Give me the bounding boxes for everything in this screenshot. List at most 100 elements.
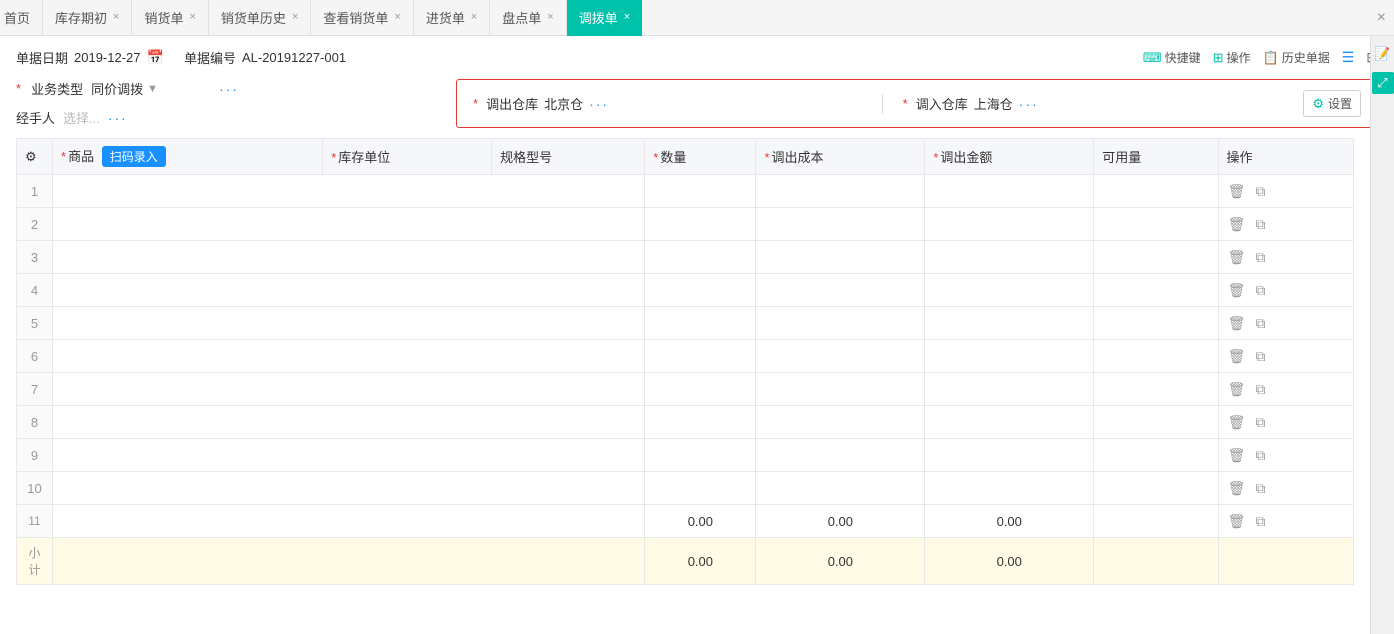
row-quantity[interactable] [645,373,756,406]
row-transfer-cost[interactable] [756,241,925,274]
delete-icon[interactable]: 🗑 [1227,214,1247,234]
row-quantity[interactable] [645,241,756,274]
row-transfer-amount[interactable] [925,340,1094,373]
tab-close-sales-order[interactable]: × [189,12,195,23]
row-transfer-cost[interactable] [756,208,925,241]
tab-close-transfer-order[interactable]: × [624,12,630,23]
delete-icon[interactable]: 🗑 [1227,379,1247,399]
transfer-out-value[interactable]: 北京仓 [544,94,583,113]
row-available[interactable] [1094,241,1218,274]
copy-icon[interactable]: ⧉ [1251,445,1271,465]
row-available[interactable] [1094,307,1218,340]
row-transfer-cost[interactable] [756,340,925,373]
row-transfer-cost[interactable] [756,274,925,307]
row-product[interactable] [53,208,645,241]
row-transfer-amount[interactable] [925,373,1094,406]
row-quantity[interactable] [645,175,756,208]
row-product[interactable] [53,340,645,373]
copy-icon[interactable]: ⧉ [1251,478,1271,498]
transfer-out-more-button[interactable]: ··· [589,96,609,112]
delete-icon[interactable]: 🗑 [1227,346,1247,366]
row-transfer-amount[interactable] [925,208,1094,241]
copy-icon[interactable]: ⧉ [1251,280,1271,300]
row-transfer-amount[interactable] [925,241,1094,274]
row-product[interactable] [53,175,645,208]
row-available[interactable] [1094,175,1218,208]
delete-icon[interactable]: 🗑 [1227,478,1247,498]
business-type-more-button[interactable]: ··· [219,81,239,97]
row-available[interactable] [1094,472,1218,505]
row-quantity[interactable] [645,307,756,340]
row-transfer-cost[interactable] [756,406,925,439]
copy-icon[interactable]: ⧉ [1251,313,1271,333]
row-transfer-cost[interactable] [756,472,925,505]
copy-icon[interactable]: ⧉ [1251,214,1271,234]
list-view-icon[interactable]: ☰ [1342,49,1355,66]
transfer-in-more-button[interactable]: ··· [1019,96,1039,112]
row-available[interactable] [1094,406,1218,439]
window-close-button[interactable]: × [1377,9,1386,27]
row-transfer-cost[interactable] [756,307,925,340]
tab-close-inventory-check[interactable]: × [547,12,553,23]
row-product[interactable] [53,274,645,307]
row-available[interactable] [1094,373,1218,406]
row-transfer-amount[interactable] [925,274,1094,307]
row-product[interactable] [53,406,645,439]
handler-select[interactable]: 选择... [63,108,100,127]
row-quantity[interactable] [645,208,756,241]
tab-inventory-check[interactable]: 盘点单 × [490,0,566,36]
tab-close-inventory-init[interactable]: × [113,12,119,23]
sidebar-notes-icon[interactable]: 📝 [1373,44,1393,64]
tab-close-sales-history[interactable]: × [292,12,298,23]
row-quantity[interactable] [645,340,756,373]
row-transfer-cost[interactable] [756,175,925,208]
row-available[interactable] [1094,208,1218,241]
row-quantity[interactable] [645,406,756,439]
date-value[interactable]: 2019-12-27 [74,50,141,65]
delete-icon[interactable]: 🗑 [1227,313,1247,333]
tab-close-view-sales[interactable]: × [394,12,400,23]
subtotal-copy-icon[interactable]: ⧉ [1251,511,1271,531]
row-product[interactable] [53,472,645,505]
copy-icon[interactable]: ⧉ [1251,181,1271,201]
tab-purchase-order[interactable]: 进货单 × [414,0,490,36]
delete-icon[interactable]: 🗑 [1227,412,1247,432]
row-transfer-amount[interactable] [925,307,1094,340]
tab-sales-history[interactable]: 销货单历史 × [209,0,311,36]
row-transfer-amount[interactable] [925,175,1094,208]
delete-icon[interactable]: 🗑 [1227,280,1247,300]
row-available[interactable] [1094,439,1218,472]
handler-more-button[interactable]: ··· [108,110,128,126]
tab-inventory-init[interactable]: 库存期初 × [43,0,132,36]
tab-close-purchase-order[interactable]: × [471,12,477,23]
row-transfer-cost[interactable] [756,373,925,406]
row-transfer-amount[interactable] [925,406,1094,439]
history-button[interactable]: 📋 历史单据 [1263,49,1330,66]
sidebar-expand-icon[interactable]: ⤢ [1372,72,1394,94]
copy-icon[interactable]: ⧉ [1251,412,1271,432]
subtotal-delete-icon[interactable]: 🗑 [1227,511,1247,531]
transfer-in-value[interactable]: 上海仓 [974,94,1013,113]
row-product[interactable] [53,307,645,340]
row-transfer-cost[interactable] [756,439,925,472]
tab-transfer-order[interactable]: 调拨单 × [567,0,642,36]
tab-view-sales[interactable]: 查看销货单 × [311,0,413,36]
row-available[interactable] [1094,274,1218,307]
copy-icon[interactable]: ⧉ [1251,346,1271,366]
copy-icon[interactable]: ⧉ [1251,379,1271,399]
settings-button[interactable]: ⚙ 设置 [1303,90,1361,117]
row-quantity[interactable] [645,274,756,307]
row-product[interactable] [53,439,645,472]
business-type-select[interactable]: 同价调拨 ▼ [91,79,211,98]
delete-icon[interactable]: 🗑 [1227,247,1247,267]
row-quantity[interactable] [645,472,756,505]
scan-button[interactable]: 扫码录入 [102,146,166,167]
row-quantity[interactable] [645,439,756,472]
operations-button[interactable]: ⊞ 操作 [1213,49,1251,66]
row-product[interactable] [53,241,645,274]
delete-icon[interactable]: 🗑 [1227,181,1247,201]
table-settings-header[interactable]: ⚙ [17,139,53,175]
row-available[interactable] [1094,340,1218,373]
copy-icon[interactable]: ⧉ [1251,247,1271,267]
tab-sales-order[interactable]: 销货单 × [132,0,208,36]
